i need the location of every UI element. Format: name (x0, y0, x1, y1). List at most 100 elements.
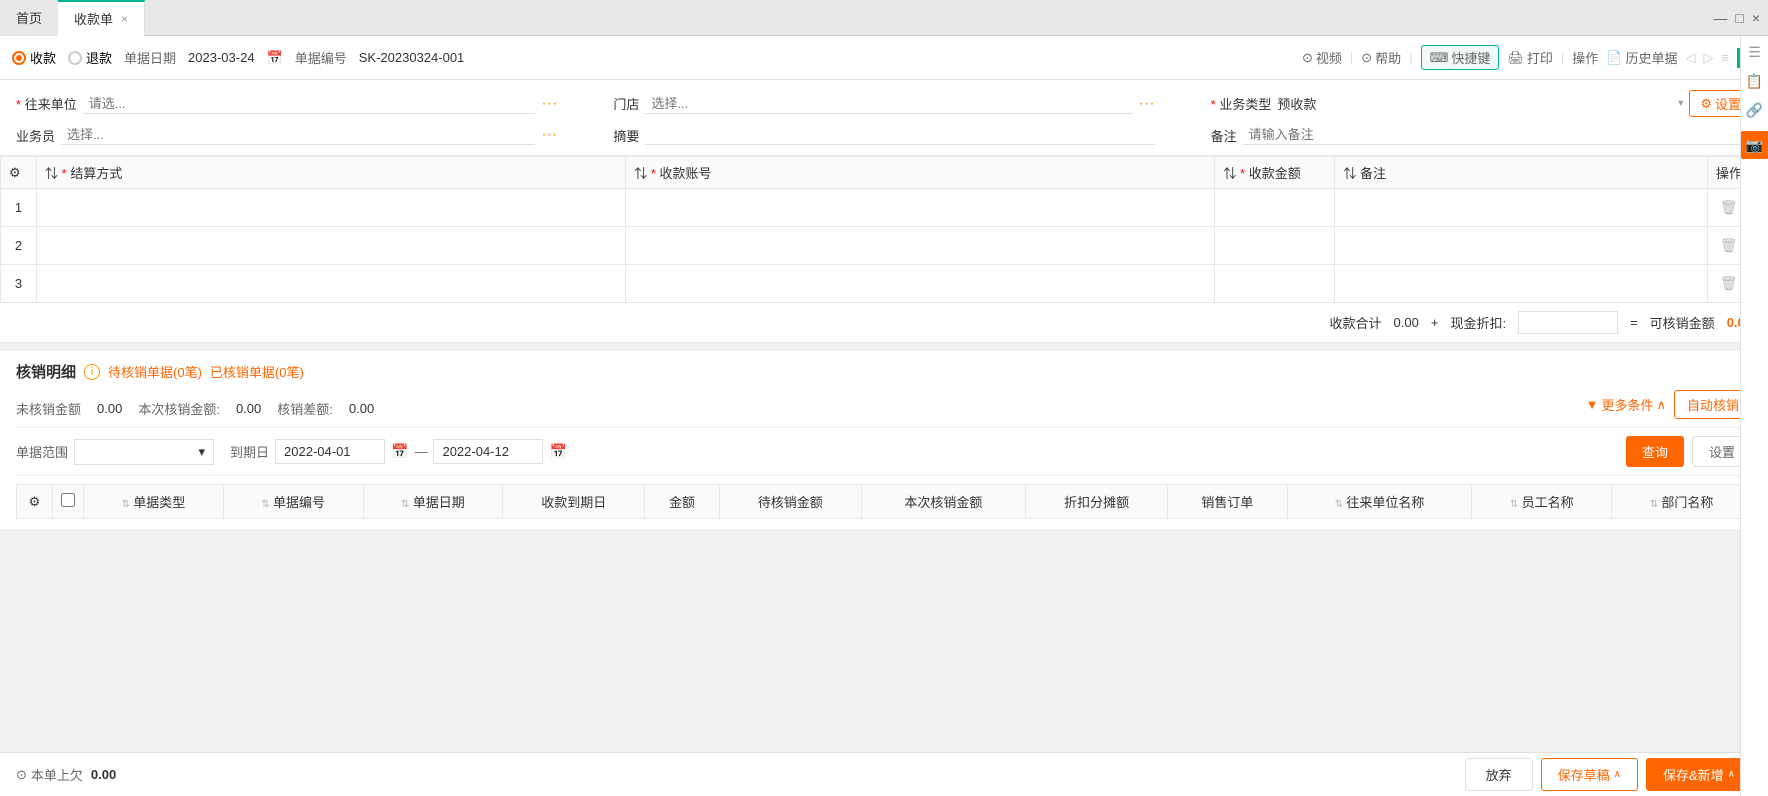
radio-refund[interactable]: 退款 (68, 48, 112, 67)
pending-tab[interactable]: 待核销单据(0笔) (108, 362, 202, 381)
doc-date-icon[interactable]: 📅 (267, 50, 283, 66)
store-input[interactable] (645, 94, 1132, 114)
save-draft-chevron-icon: ∧ (1614, 769, 1621, 780)
staff-col: 业务员 ··· (16, 125, 557, 145)
toolbar-shortcut[interactable]: ⌨ 快捷键 (1421, 45, 1500, 70)
layout-list-icon[interactable]: ≡ (1722, 50, 1730, 65)
row-1-amount[interactable] (1215, 189, 1335, 227)
save-new-button[interactable]: 保存&新增 ∧ (1646, 758, 1752, 791)
row-3-num: 3 (1, 265, 37, 303)
toolbar-help[interactable]: ⊙ 帮助 (1361, 48, 1401, 67)
sort-icon3: ⇅ (1223, 166, 1236, 181)
cal-from-icon[interactable]: 📅 (391, 443, 408, 460)
right-sidebar: ☰ 📋 🔗 📷 (1740, 36, 1768, 796)
counterpart-input[interactable] (83, 94, 536, 114)
select-all-checkbox[interactable] (61, 493, 75, 507)
summary-row: 收款合计 0.00 + 现金折扣: = 可核销金额 0.00 (0, 303, 1768, 343)
row-3-settle[interactable] (37, 265, 626, 303)
row-1-remark[interactable] (1335, 189, 1708, 227)
data-table-section: ⚙ ⇅ * 结算方式 ⇅ * 收款账号 ⇅ * 收款金额 (0, 156, 1768, 303)
plus-sign: + (1431, 315, 1439, 330)
th-settle-method: ⇅ * 结算方式 (37, 157, 626, 189)
sidebar-camera-icon[interactable]: 📷 (1741, 131, 1768, 159)
date-from-input[interactable] (275, 439, 385, 464)
row-3-account[interactable] (626, 265, 1215, 303)
remark-input[interactable] (1243, 125, 1752, 145)
delete-icon3[interactable]: 🗑 (1720, 275, 1738, 291)
query-button[interactable]: 查询 (1626, 436, 1684, 467)
tab-receipt[interactable]: 收款单 × (58, 0, 145, 36)
order-info-value: 0.00 (91, 767, 116, 782)
close-icon[interactable]: × (1752, 10, 1760, 26)
order-info-icon: ⊙ (16, 767, 27, 783)
tab-home[interactable]: 首页 (0, 0, 58, 36)
summary-col: 摘要 (613, 125, 1154, 145)
date-to-input[interactable] (433, 439, 543, 464)
receipt-type-group: 收款 退款 (12, 48, 112, 67)
staff-input[interactable] (61, 125, 535, 145)
tab-close-icon[interactable]: × (121, 12, 128, 26)
table-row: 1 🗑 ⧉ (1, 189, 1768, 227)
store-dots[interactable]: ··· (1139, 96, 1155, 112)
row-2-settle[interactable] (37, 227, 626, 265)
doc-num-value: SK-20230324-001 (359, 50, 465, 65)
detail-th-gear: ⚙ (17, 485, 53, 519)
verify-section: 核销明细 i 待核销单据(0笔) 已核销单据(0笔) 未核销金额 0.00 本次… (0, 351, 1768, 529)
row-2-amount[interactable] (1215, 227, 1335, 265)
row-1-settle[interactable] (37, 189, 626, 227)
doc-num-label: 单据编号 (295, 48, 347, 67)
required-star2: * (1211, 97, 1216, 112)
counterpart-dots[interactable]: ··· (541, 96, 557, 112)
sidebar-doc-icon[interactable]: 📋 (1746, 73, 1763, 90)
form-row-2: 业务员 ··· 摘要 备注 (16, 125, 1752, 145)
detail-gear-icon[interactable]: ⚙ (29, 494, 41, 509)
nav-prev-icon[interactable]: ◁ (1686, 50, 1696, 66)
th-dept: ⇅ 部门名称 (1612, 485, 1752, 519)
row-2-remark[interactable] (1335, 227, 1708, 265)
toolbar-history[interactable]: 📄 历史单据 (1606, 48, 1677, 67)
row-2-account[interactable] (626, 227, 1215, 265)
discount-input[interactable] (1518, 311, 1618, 334)
date-filter-item: 到期日 📅 — 📅 (230, 439, 567, 464)
staff-dots[interactable]: ··· (541, 127, 557, 143)
summary-input[interactable] (645, 125, 1154, 145)
maximize-icon[interactable]: □ (1735, 10, 1743, 26)
toolbar-operate[interactable]: 操作 (1572, 48, 1598, 67)
current-verify-value: 0.00 (236, 401, 261, 416)
delete-icon2[interactable]: 🗑 (1720, 237, 1738, 253)
row-3-amount[interactable] (1215, 265, 1335, 303)
minimize-icon[interactable]: — (1713, 10, 1727, 26)
business-type-chevron-icon[interactable]: ▾ (1678, 98, 1683, 109)
toolbar-print[interactable]: 🖨 打印 (1507, 48, 1553, 67)
verify-tabs: 待核销单据(0笔) 已核销单据(0笔) (108, 362, 304, 381)
verify-filter-row: ▼ 更多条件 ∧ 自动核销 (1586, 390, 1752, 419)
due-date-label: 到期日 (230, 442, 269, 461)
info-icon[interactable]: i (84, 364, 100, 380)
row-1-account[interactable] (626, 189, 1215, 227)
more-conditions-btn[interactable]: ▼ 更多条件 ∧ (1586, 395, 1666, 414)
receipt-table: ⚙ ⇅ * 结算方式 ⇅ * 收款账号 ⇅ * 收款金额 (0, 156, 1768, 303)
print-label: 打印 (1527, 48, 1553, 67)
row-3-remark[interactable] (1335, 265, 1708, 303)
doc-date-label: 单据日期 (124, 48, 176, 67)
counterpart-label: * 往来单位 (16, 94, 77, 113)
delete-icon[interactable]: 🗑 (1720, 199, 1738, 215)
toolbar-video[interactable]: ⊙ 视频 (1302, 48, 1342, 67)
sep1: | (1350, 50, 1353, 65)
abandon-button[interactable]: 放弃 (1465, 758, 1533, 791)
video-label: 视频 (1316, 48, 1342, 67)
range-select[interactable]: ▾ (74, 439, 214, 465)
cal-to-icon[interactable]: 📅 (549, 443, 566, 460)
th-sales-order: 销售订单 (1168, 485, 1287, 519)
row-1-num: 1 (1, 189, 37, 227)
gear-icon: ⚙ (1700, 96, 1712, 112)
history-icon: 📄 (1606, 50, 1622, 66)
table-gear-icon[interactable]: ⚙ (9, 165, 21, 180)
done-tab[interactable]: 已核销单据(0笔) (210, 362, 304, 381)
save-draft-button[interactable]: 保存草稿 ∧ (1541, 758, 1638, 791)
sidebar-table-icon[interactable]: ☰ (1748, 44, 1761, 61)
nav-next-icon[interactable]: ▷ (1704, 50, 1714, 66)
detail-header-row: ⚙ ⇅ 单据类型 ⇅ 单据编号 ⇅ 单据日期 收款到期日 (17, 485, 1752, 519)
radio-receipt[interactable]: 收款 (12, 48, 56, 67)
sidebar-link-icon[interactable]: 🔗 (1746, 102, 1763, 119)
